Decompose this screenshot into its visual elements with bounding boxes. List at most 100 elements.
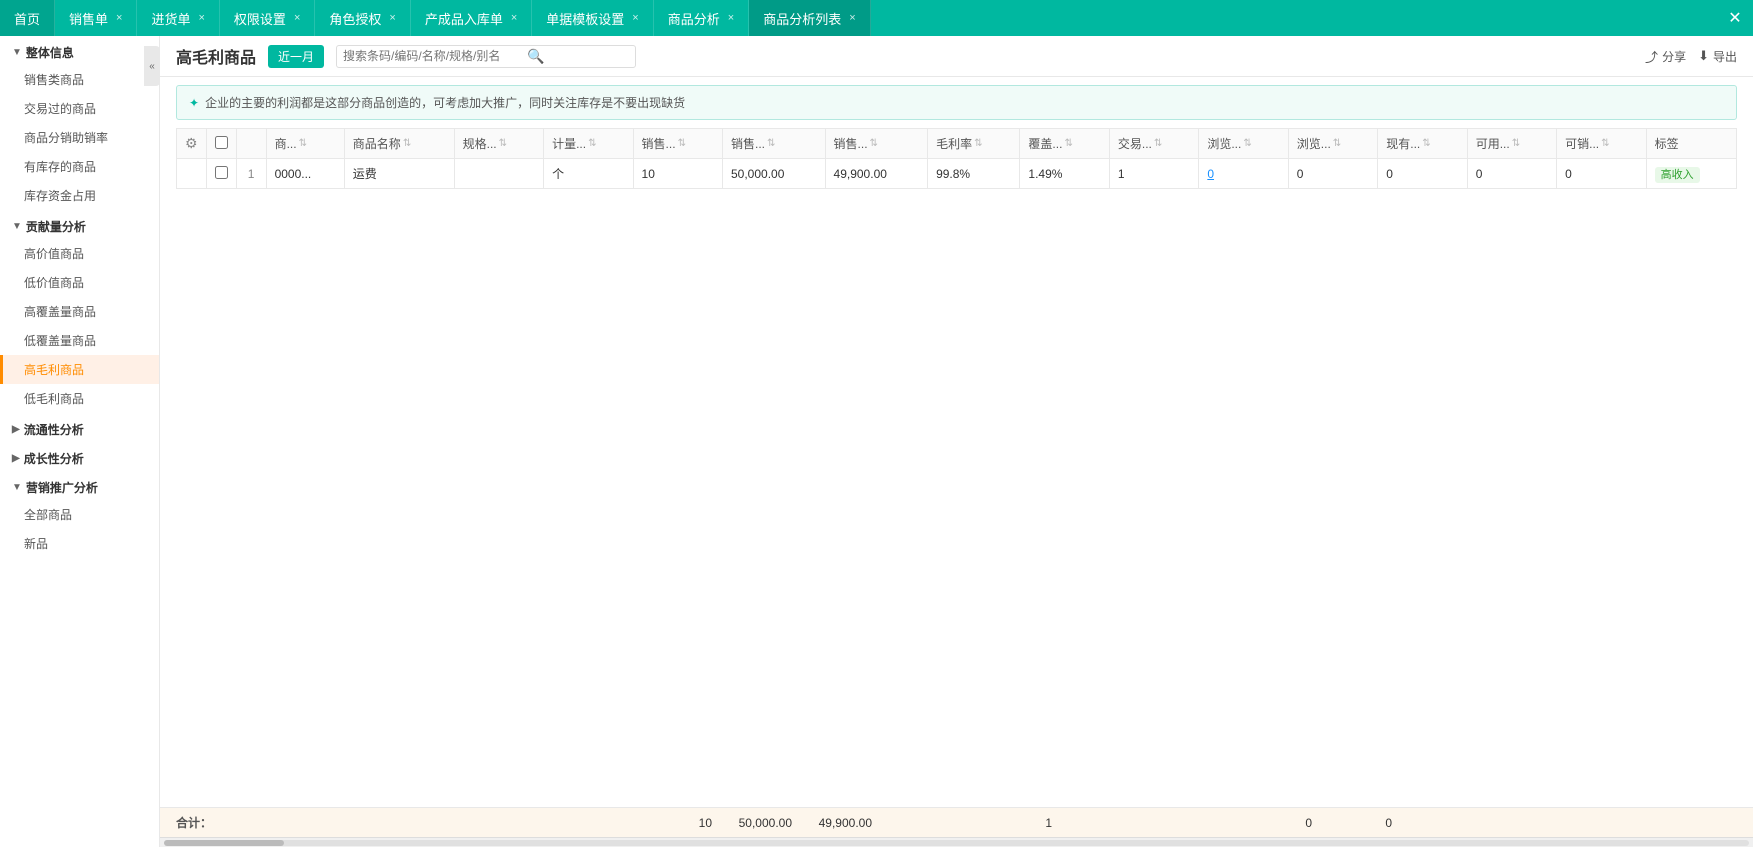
sidebar-item-distribution-rate[interactable]: 商品分销助销率 [0,123,159,152]
col-gross-rate: 毛利率⇅ [928,129,1020,159]
scrollbar-thumb[interactable] [164,840,284,846]
col-available-stock: 可用...⇅ [1467,129,1556,159]
col-unit: 计量...⇅ [544,129,633,159]
row-browse-count1[interactable]: 0 [1199,159,1288,189]
close-icon[interactable]: × [632,12,638,24]
sort-icon[interactable]: ⇅ [1243,138,1251,149]
sidebar-item-sales-goods[interactable]: 销售类商品 [0,65,159,94]
footer-total-bar: 合计： 10 50,000.00 49,900.00 1 0 0 [160,807,1753,837]
sidebar-collapse-button[interactable]: « [144,46,160,86]
sort-icon[interactable]: ⇅ [403,138,411,149]
close-icon[interactable]: × [116,12,122,24]
sidebar-item-low-coverage[interactable]: 低覆盖量商品 [0,326,159,355]
footer-sale-profit: 49,900.00 [812,816,872,830]
col-browse-count1: 浏览...⇅ [1199,129,1288,159]
nav-tab-home[interactable]: 首页 [0,0,55,36]
sidebar-item-new-products[interactable]: 新品 [0,529,159,558]
row-checkbox[interactable] [206,159,236,189]
table-container[interactable]: ⚙ 商...⇅ 商品名称⇅ 规格...⇅ [160,128,1753,807]
row-saleable-stock: 0 [1557,159,1646,189]
search-input[interactable] [343,49,523,63]
row-settings [177,159,207,189]
sort-icon[interactable]: ⇅ [974,138,982,149]
sort-icon[interactable]: ⇅ [1064,138,1072,149]
search-box[interactable]: 🔍 [336,45,636,68]
sidebar-item-in-stock[interactable]: 有库存的商品 [0,152,159,181]
page-title: 高毛利商品 [176,44,256,68]
nav-tab-roles[interactable]: 角色授权 × [315,0,410,36]
sidebar-item-high-margin[interactable]: 高毛利商品 [0,355,159,384]
col-checkbox [206,129,236,159]
row-select-checkbox[interactable] [215,166,228,179]
col-current-stock: 现有...⇅ [1378,129,1467,159]
sidebar-group-growth[interactable]: ▶ 成长性分析 [0,442,159,471]
row-index: 1 [236,159,266,189]
sidebar-group-circulation[interactable]: ▶ 流通性分析 [0,413,159,442]
window-close-button[interactable]: ✕ [1717,0,1753,36]
close-icon[interactable]: × [728,12,734,24]
export-icon: ⬇ [1698,48,1709,64]
nav-tab-permissions[interactable]: 权限设置 × [220,0,315,36]
arrow-down-icon: ▼ [12,47,22,58]
nav-tab-purchase[interactable]: 进货单 × [137,0,219,36]
sidebar-item-traded-goods[interactable]: 交易过的商品 [0,94,159,123]
export-button[interactable]: ⬇ 导出 [1698,48,1737,65]
nav-tab-product-analysis[interactable]: 商品分析 × [654,0,749,36]
header-actions: ⤴ 分享 ⬇ 导出 [1645,47,1737,66]
sort-icon[interactable]: ⇅ [1512,138,1520,149]
row-unit: 个 [544,159,633,189]
row-sale-amount: 50,000.00 [723,159,826,189]
nav-tab-sales[interactable]: 销售单 × [55,0,137,36]
close-icon[interactable]: × [389,12,395,24]
sort-icon[interactable]: ⇅ [1601,138,1609,149]
scrollbar-track[interactable] [164,840,1749,846]
sidebar: « ▼ 整体信息 销售类商品 交易过的商品 商品分销助销率 有库存的商品 库存资… [0,36,160,847]
col-name: 商品名称⇅ [344,129,454,159]
sidebar-item-high-value[interactable]: 高价值商品 [0,239,159,268]
footer-current-stock: 0 [1252,816,1312,830]
select-all-checkbox[interactable] [215,136,228,149]
nav-tab-template[interactable]: 单据模板设置 × [532,0,653,36]
share-icon: ⤴ [1645,47,1658,66]
row-current-stock: 0 [1378,159,1467,189]
close-icon[interactable]: × [849,12,855,24]
sidebar-group-overall[interactable]: ▼ 整体信息 [0,36,159,65]
arrow-right-icon: ▶ [12,453,20,464]
close-icon[interactable]: × [294,12,300,24]
sidebar-item-low-margin[interactable]: 低毛利商品 [0,384,159,413]
row-coverage: 1.49% [1020,159,1109,189]
row-code: 0000... [266,159,344,189]
footer-trade-count: 1 [992,816,1052,830]
close-icon[interactable]: × [198,12,204,24]
sidebar-item-low-value[interactable]: 低价值商品 [0,268,159,297]
sort-icon[interactable]: ⇅ [767,138,775,149]
sidebar-item-stock-capital[interactable]: 库存资金占用 [0,181,159,210]
sidebar-group-contribution[interactable]: ▼ 贡献量分析 [0,210,159,239]
footer-sale-amount: 50,000.00 [732,816,792,830]
close-icon[interactable]: × [511,12,517,24]
sidebar-item-all-goods[interactable]: 全部商品 [0,500,159,529]
row-name: 运费 [344,159,454,189]
nav-tab-product-analysis-list[interactable]: 商品分析列表 × [749,0,870,36]
sidebar-group-marketing[interactable]: ▼ 营销推广分析 [0,471,159,500]
search-icon[interactable]: 🔍 [527,48,544,65]
table-row: 1 0000... 运费 个 10 50,000.00 49,900.00 99… [177,159,1737,189]
settings-icon[interactable]: ⚙ [185,135,198,151]
sort-icon[interactable]: ⇅ [1154,138,1162,149]
browse-link[interactable]: 0 [1207,167,1214,181]
sort-icon[interactable]: ⇅ [1422,138,1430,149]
sort-icon[interactable]: ⇅ [1333,138,1341,149]
nav-tab-product-in[interactable]: 产成品入库单 × [411,0,532,36]
sort-icon[interactable]: ⇅ [870,138,878,149]
sidebar-item-high-coverage[interactable]: 高覆盖量商品 [0,297,159,326]
row-sale-count: 10 [633,159,722,189]
sort-icon[interactable]: ⇅ [499,138,507,149]
col-settings[interactable]: ⚙ [177,129,207,159]
filter-recent-month-button[interactable]: 近一月 [268,45,324,68]
sort-icon[interactable]: ⇅ [678,138,686,149]
sort-icon[interactable]: ⇅ [588,138,596,149]
row-browse-count2: 0 [1288,159,1377,189]
sort-icon[interactable]: ⇅ [299,138,307,149]
share-button[interactable]: ⤴ 分享 [1645,47,1686,66]
horizontal-scrollbar[interactable] [160,837,1753,847]
